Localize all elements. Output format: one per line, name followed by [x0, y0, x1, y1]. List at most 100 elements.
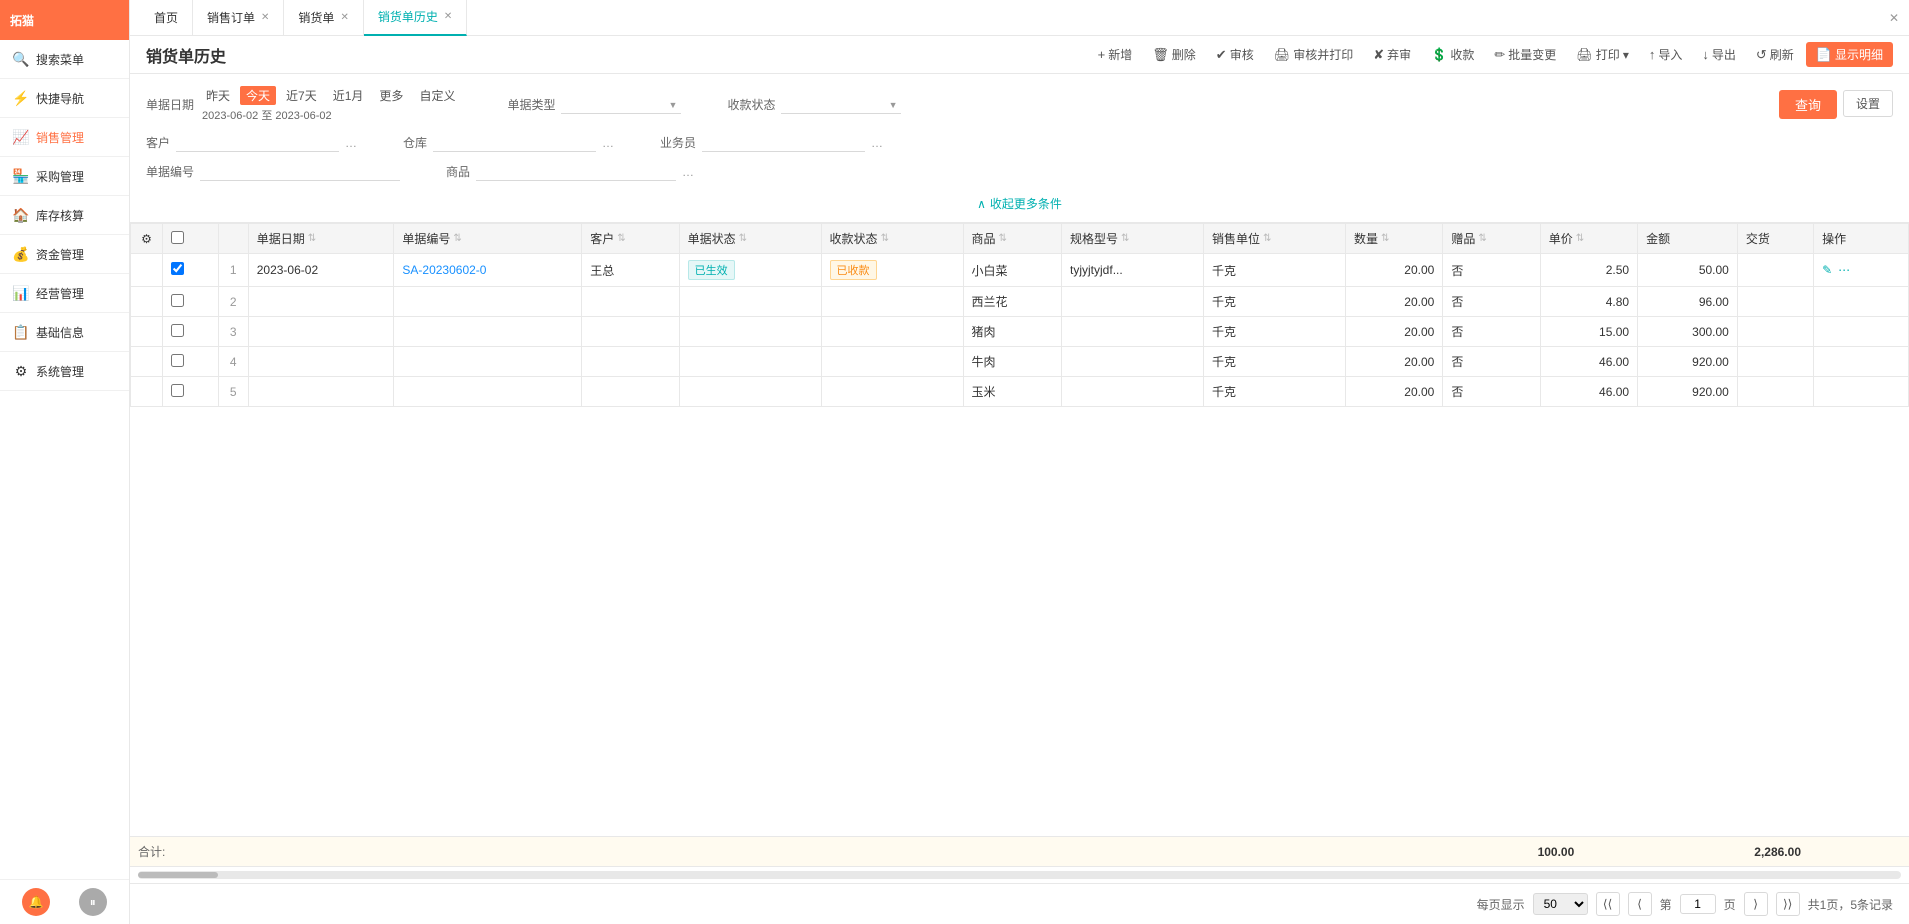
- batch-change-button[interactable]: ✏ 批量变更: [1486, 42, 1564, 67]
- warehouse-input[interactable]: [433, 133, 596, 152]
- date-tab-yesterday[interactable]: 昨天: [200, 86, 236, 105]
- prev-page-btn[interactable]: ⟨: [1628, 892, 1652, 916]
- tab-close-sales-goods[interactable]: ✕: [340, 12, 348, 23]
- th-customer[interactable]: 客户⇅: [582, 224, 679, 254]
- show-detail-button[interactable]: 📄 显示明细: [1806, 42, 1893, 67]
- page-info: 共1页，5条记录: [1808, 896, 1893, 913]
- goods-input[interactable]: [476, 162, 676, 181]
- row-spec: [1062, 317, 1204, 347]
- doc-type-select[interactable]: [561, 95, 681, 114]
- payment-status-badge: 已收款: [830, 260, 877, 280]
- sidebar-item-basic[interactable]: 📋 基础信息: [0, 313, 129, 352]
- row-checkbox[interactable]: [163, 287, 219, 317]
- sidebar-item-search[interactable]: 🔍 搜索菜单: [0, 40, 129, 79]
- row-customer: [582, 377, 679, 407]
- payment-status-select[interactable]: [781, 95, 901, 114]
- refresh-icon: ↺: [1756, 47, 1767, 63]
- salesperson-input[interactable]: [702, 133, 865, 152]
- sidebar-item-operations[interactable]: 📊 经营管理: [0, 274, 129, 313]
- th-doc-no[interactable]: 单据编号⇅: [394, 224, 582, 254]
- operations-icon: 📊: [12, 284, 30, 302]
- sidebar-item-finance[interactable]: 💰 资金管理: [0, 235, 129, 274]
- th-unit[interactable]: 销售单位⇅: [1203, 224, 1345, 254]
- refresh-button[interactable]: ↺ 刷新: [1748, 42, 1802, 67]
- th-spec[interactable]: 规格型号⇅: [1062, 224, 1204, 254]
- sidebar-item-purchase[interactable]: 🏪 采购管理: [0, 157, 129, 196]
- print-button[interactable]: 🖨 打印 ▾: [1568, 42, 1637, 67]
- import-button[interactable]: ↑ 导入: [1641, 42, 1691, 67]
- goods-dots[interactable]: …: [682, 165, 694, 179]
- doc-no-input[interactable]: [200, 162, 400, 181]
- row-checkbox[interactable]: [163, 254, 219, 287]
- th-doc-status[interactable]: 单据状态⇅: [679, 224, 821, 254]
- customer-input[interactable]: [176, 133, 339, 152]
- sidebar-item-inventory[interactable]: 🏠 库存核算: [0, 196, 129, 235]
- audit-button[interactable]: ✔ 审核: [1208, 42, 1262, 67]
- th-quantity[interactable]: 数量⇅: [1345, 224, 1442, 254]
- horizontal-scrollbar[interactable]: [138, 871, 1901, 879]
- th-goods[interactable]: 商品⇅: [963, 224, 1062, 254]
- page-input[interactable]: [1680, 894, 1716, 914]
- sort-icon-quantity: ⇅: [1381, 233, 1389, 244]
- filter-collapse-btn[interactable]: ∧ 收起更多条件: [146, 191, 1893, 216]
- sales-icon: 📈: [12, 128, 30, 146]
- delete-button[interactable]: 🗑 删除: [1144, 42, 1204, 67]
- export-button[interactable]: ↓ 导出: [1694, 42, 1744, 67]
- table-row: 2 西兰花 千克 20.00 否 4.80 96.00: [131, 287, 1909, 317]
- doc-type-filter: 单据类型: [507, 95, 681, 114]
- row-payment-status: [821, 287, 963, 317]
- sidebar-item-system[interactable]: ⚙ 系统管理: [0, 352, 129, 391]
- sidebar-pause-btn[interactable]: ⏸: [79, 888, 107, 916]
- first-page-btn[interactable]: ⟨⟨: [1596, 892, 1620, 916]
- warehouse-dots[interactable]: …: [602, 136, 614, 150]
- date-tab-1month[interactable]: 近1月: [327, 86, 370, 105]
- select-all-checkbox[interactable]: [171, 231, 184, 244]
- query-button[interactable]: 查询: [1779, 90, 1837, 119]
- tab-home[interactable]: 首页: [140, 0, 193, 36]
- filter-row-1: 单据日期 昨天 今天 近7天 近1月 更多 自定义 2023-06-02 至 2…: [146, 86, 1893, 123]
- salesperson-filter: 业务员 …: [660, 133, 883, 152]
- tab-close-sales-order[interactable]: ✕: [261, 12, 269, 23]
- row-amount: 96.00: [1638, 287, 1738, 317]
- th-gift[interactable]: 赠品⇅: [1443, 224, 1540, 254]
- row-goods: 西兰花: [963, 287, 1062, 317]
- customer-dots[interactable]: …: [345, 136, 357, 150]
- date-tab-custom[interactable]: 自定义: [413, 86, 461, 105]
- tab-sales-order[interactable]: 销售订单 ✕: [193, 0, 284, 36]
- sort-icon-payment-status: ⇅: [881, 233, 889, 244]
- doc-no-link[interactable]: SA-20230602-0: [402, 263, 486, 277]
- th-price[interactable]: 单价⇅: [1540, 224, 1637, 254]
- last-page-btn[interactable]: ⟩⟩: [1776, 892, 1800, 916]
- collect-button[interactable]: 💲 收款: [1423, 42, 1482, 67]
- settings-button[interactable]: 设置: [1843, 90, 1893, 117]
- new-button[interactable]: + 新增: [1090, 42, 1141, 67]
- abandon-button[interactable]: ✘ 弃审: [1365, 42, 1419, 67]
- audit-print-button[interactable]: 🖨 审核并打印: [1266, 42, 1362, 67]
- row-checkbox[interactable]: [163, 377, 219, 407]
- more-action-btn[interactable]: ⋯: [1838, 263, 1850, 277]
- tab-close-sales-history[interactable]: ✕: [444, 11, 452, 22]
- edit-action-btn[interactable]: ✎: [1822, 263, 1832, 277]
- sort-icon-goods: ⇅: [999, 233, 1007, 244]
- sidebar-notify-btn[interactable]: 🔔: [22, 888, 50, 916]
- row-goods: 小白菜: [963, 254, 1062, 287]
- row-gear: [131, 347, 163, 377]
- date-tab-more[interactable]: 更多: [373, 86, 409, 105]
- row-checkbox[interactable]: [163, 317, 219, 347]
- th-payment-status[interactable]: 收款状态⇅: [821, 224, 963, 254]
- salesperson-dots[interactable]: …: [871, 136, 883, 150]
- row-gear: [131, 317, 163, 347]
- tab-sales-goods[interactable]: 销货单 ✕: [284, 0, 363, 36]
- sidebar-item-sales[interactable]: 📈 销售管理: [0, 118, 129, 157]
- row-checkbox[interactable]: [163, 347, 219, 377]
- next-page-btn[interactable]: ⟩: [1744, 892, 1768, 916]
- date-tab-7days[interactable]: 近7天: [280, 86, 323, 105]
- tab-sales-history[interactable]: 销货单历史 ✕: [364, 0, 467, 36]
- row-gift: 否: [1443, 347, 1540, 377]
- date-tab-today[interactable]: 今天: [240, 86, 276, 105]
- sidebar-item-quick-nav[interactable]: ⚡ 快捷导航: [0, 79, 129, 118]
- th-date[interactable]: 单据日期⇅: [248, 224, 394, 254]
- scroll-thumb[interactable]: [138, 872, 218, 878]
- page-size-select[interactable]: 50 100 200: [1533, 893, 1588, 915]
- tab-bar-close-btn[interactable]: ✕: [1889, 11, 1899, 25]
